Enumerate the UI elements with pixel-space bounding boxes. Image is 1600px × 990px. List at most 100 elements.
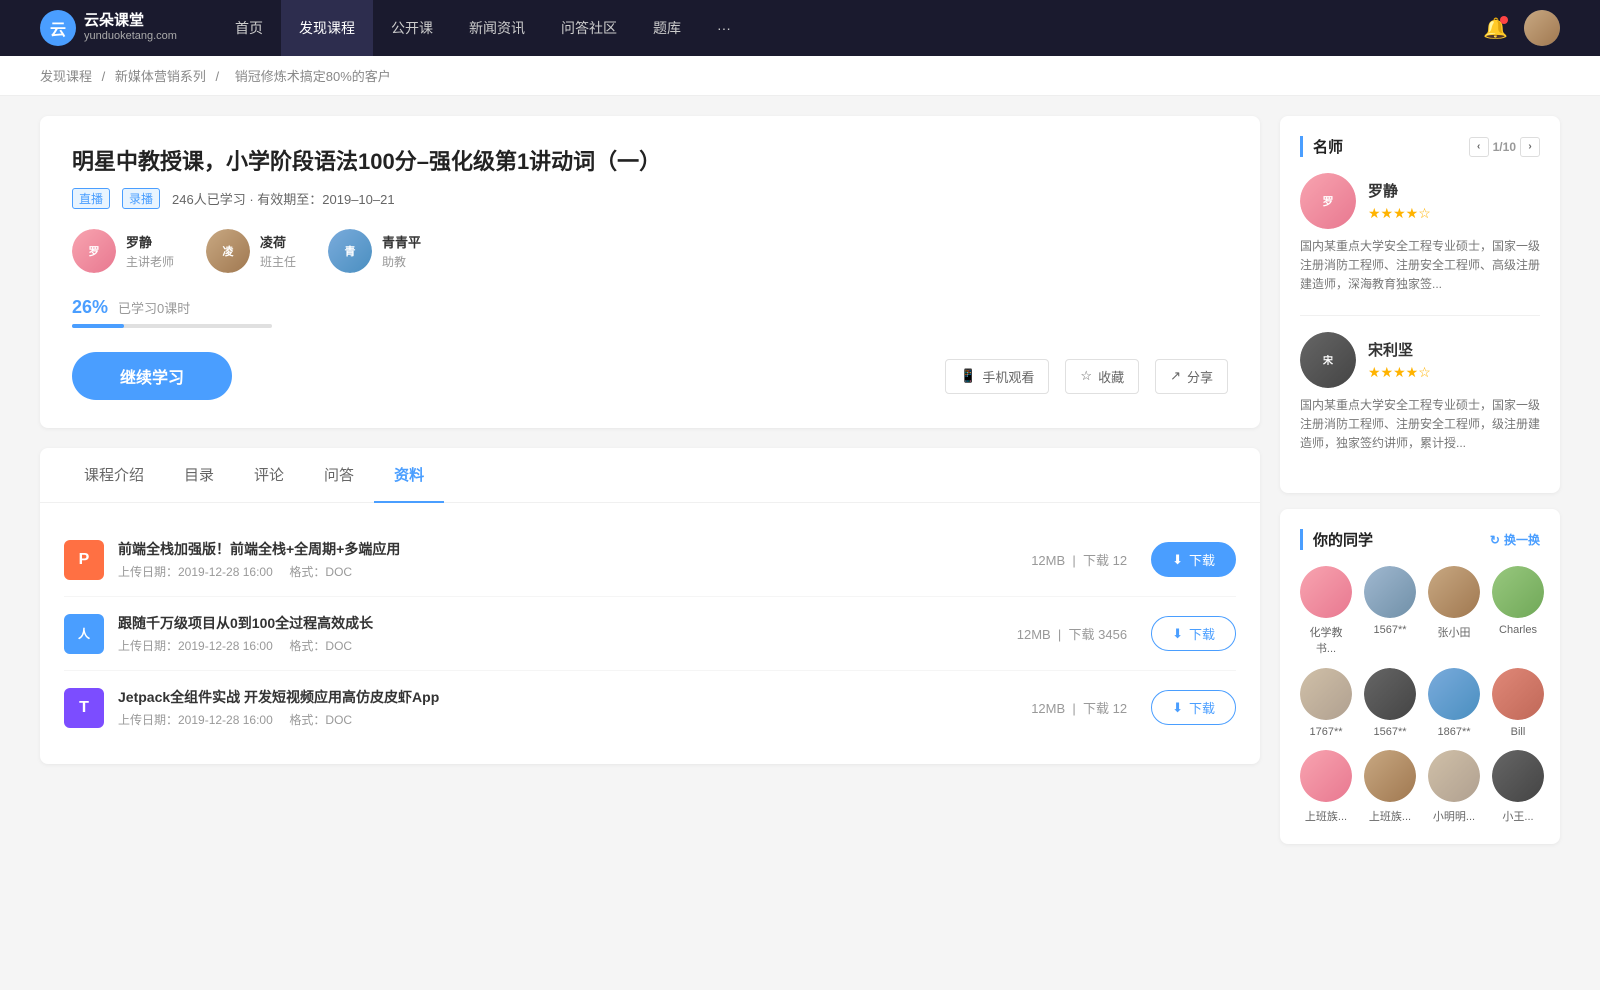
prev-teacher-button[interactable]: ‹ <box>1469 137 1489 157</box>
classmate-9: 上班族... <box>1364 750 1416 824</box>
refresh-classmates-button[interactable]: ↻ 换一换 <box>1490 531 1540 548</box>
resource-format-2: 格式：DOC <box>289 713 352 727</box>
share-button[interactable]: ↗ 分享 <box>1155 359 1228 394</box>
course-actions: 继续学习 📱 手机观看 ☆ 收藏 ↗ 分享 <box>72 352 1228 400</box>
teacher-luojing: 罗 罗静 主讲老师 <box>72 229 174 273</box>
classmate-avatar-9[interactable] <box>1364 750 1416 802</box>
classmate-avatar-3[interactable] <box>1492 566 1544 618</box>
classmate-name-8: 上班族... <box>1305 808 1347 824</box>
famous-teacher-avatar-1: 宋 <box>1300 332 1356 388</box>
continue-button[interactable]: 继续学习 <box>72 352 232 400</box>
breadcrumb-discover[interactable]: 发现课程 <box>40 69 92 84</box>
progress-sub: 已学习0课时 <box>118 298 190 317</box>
classmate-name-2: 张小田 <box>1438 624 1471 640</box>
classmate-name-11: 小王... <box>1502 808 1533 824</box>
classmate-avatar-11[interactable] <box>1492 750 1544 802</box>
download-icon-0: ⬇ <box>1172 552 1183 568</box>
tab-resources[interactable]: 资料 <box>374 448 444 503</box>
download-button-1[interactable]: ⬇ 下载 <box>1151 616 1236 651</box>
download-button-2[interactable]: ⬇ 下载 <box>1151 690 1236 725</box>
content-area: 明星中教授课，小学阶段语法100分–强化级第1讲动词（一） 直播 录播 246人… <box>40 116 1260 860</box>
nav-discover[interactable]: 发现课程 <box>281 0 373 56</box>
resource-stats-1: 12MB | 下载 3456 <box>1017 624 1127 643</box>
tab-qa[interactable]: 问答 <box>304 448 374 503</box>
refresh-icon: ↻ <box>1490 533 1500 547</box>
tab-comments[interactable]: 评论 <box>234 448 304 503</box>
logo-icon: 云 <box>40 10 76 46</box>
tabs-card: 课程介绍 目录 评论 问答 资料 P 前端全栈加强版！前端全栈+全周期+多端应用… <box>40 448 1260 764</box>
teacher-avatar-0: 罗 <box>72 229 116 273</box>
classmate-avatar-10[interactable] <box>1428 750 1480 802</box>
nav-home[interactable]: 首页 <box>217 0 281 56</box>
resource-info-2: Jetpack全组件实战 开发短视频应用高仿皮皮虾App 上传日期：2019-1… <box>118 687 1031 728</box>
nav-open[interactable]: 公开课 <box>373 0 451 56</box>
nav-right: 🔔 <box>1483 10 1560 46</box>
course-title: 明星中教授课，小学阶段语法100分–强化级第1讲动词（一） <box>72 144 1228 176</box>
breadcrumb-current: 销冠修炼术搞定80%的客户 <box>235 69 391 84</box>
collect-button[interactable]: ☆ 收藏 <box>1065 359 1139 394</box>
classmate-avatar-2[interactable] <box>1428 566 1480 618</box>
resource-stats-0: 12MB | 下载 12 <box>1031 550 1127 569</box>
classmate-1: 1567** <box>1364 566 1416 656</box>
bell-icon[interactable]: 🔔 <box>1483 16 1508 41</box>
download-button-0[interactable]: ⬇ 下载 <box>1151 542 1236 577</box>
teacher-page: 1/10 <box>1493 140 1516 154</box>
classmate-avatar-8[interactable] <box>1300 750 1352 802</box>
breadcrumb-series[interactable]: 新媒体营销系列 <box>115 69 206 84</box>
famous-teacher-0: 罗 罗静 ★★★★☆ 国内某重点大学安全工程专业硕士，国家一级注册消防工程师、注… <box>1300 173 1540 295</box>
resource-stats-2: 12MB | 下载 12 <box>1031 698 1127 717</box>
resource-item: T Jetpack全组件实战 开发短视频应用高仿皮皮虾App 上传日期：2019… <box>64 671 1236 744</box>
badge-live: 直播 <box>72 188 110 209</box>
phone-watch-button[interactable]: 📱 手机观看 <box>945 359 1049 394</box>
famous-teacher-1: 宋 宋利坚 ★★★★☆ 国内某重点大学安全工程专业硕士，国家一级注册消防工程师、… <box>1300 332 1540 454</box>
classmate-avatar-7[interactable] <box>1492 668 1544 720</box>
download-icon-1: ⬇ <box>1172 626 1183 642</box>
progress-pct: 26% <box>72 297 108 318</box>
classmate-6: 1867** <box>1428 668 1480 738</box>
famous-teacher-desc-0: 国内某重点大学安全工程专业硕士，国家一级注册消防工程师、注册安全工程师、高级注册… <box>1300 237 1540 295</box>
nav-more[interactable]: ··· <box>699 0 749 56</box>
teacher-role-1: 班主任 <box>260 253 296 270</box>
classmates-grid: 化学教书... 1567** 张小田 <box>1300 566 1540 824</box>
resource-date-0: 上传日期：2019-12-28 16:00 <box>118 565 273 579</box>
classmate-name-3: Charles <box>1499 624 1537 636</box>
classmate-name-10: 小明明... <box>1433 808 1475 824</box>
classmate-avatar-4[interactable] <box>1300 668 1352 720</box>
teacher-name-1: 凌荷 <box>260 232 296 251</box>
famous-teacher-avatar-0: 罗 <box>1300 173 1356 229</box>
classmate-avatar-1[interactable] <box>1364 566 1416 618</box>
famous-teacher-desc-1: 国内某重点大学安全工程专业硕士，国家一级注册消防工程师、注册安全工程师，级注册建… <box>1300 396 1540 454</box>
classmate-name-5: 1567** <box>1373 726 1406 738</box>
classmate-avatar-6[interactable] <box>1428 668 1480 720</box>
divider <box>1300 315 1540 316</box>
nav-quiz[interactable]: 题库 <box>635 0 699 56</box>
classmate-avatar-0[interactable] <box>1300 566 1352 618</box>
user-avatar[interactable] <box>1524 10 1560 46</box>
course-stats: 246人已学习 · 有效期至：2019–10–21 <box>172 189 395 208</box>
classmates-title: 你的同学 <box>1313 529 1373 550</box>
course-meta: 直播 录播 246人已学习 · 有效期至：2019–10–21 <box>72 188 1228 209</box>
teacher-name-2: 青青平 <box>382 232 421 251</box>
teacher-role-0: 主讲老师 <box>126 253 174 270</box>
teacher-avatar-1: 凌 <box>206 229 250 273</box>
tab-intro[interactable]: 课程介绍 <box>64 448 164 503</box>
famous-teachers-title: 名师 <box>1313 136 1343 157</box>
classmate-avatar-5[interactable] <box>1364 668 1416 720</box>
nav-news[interactable]: 新闻资讯 <box>451 0 543 56</box>
next-teacher-button[interactable]: › <box>1520 137 1540 157</box>
nav-qa[interactable]: 问答社区 <box>543 0 635 56</box>
famous-teacher-stars-1: ★★★★☆ <box>1368 364 1431 381</box>
nav-menu: 首页 发现课程 公开课 新闻资讯 问答社区 题库 ··· <box>217 0 1483 56</box>
resource-date-2: 上传日期：2019-12-28 16:00 <box>118 713 273 727</box>
logo[interactable]: 云 云朵课堂 yunduoketang.com <box>40 10 177 46</box>
famous-teacher-name-0: 罗静 <box>1368 180 1431 201</box>
teacher-name-0: 罗静 <box>126 232 174 251</box>
course-card: 明星中教授课，小学阶段语法100分–强化级第1讲动词（一） 直播 录播 246人… <box>40 116 1260 428</box>
classmate-name-1: 1567** <box>1373 624 1406 636</box>
logo-text: 云朵课堂 yunduoketang.com <box>84 12 177 43</box>
classmate-name-9: 上班族... <box>1369 808 1411 824</box>
share-icon: ↗ <box>1170 368 1181 384</box>
resource-date-1: 上传日期：2019-12-28 16:00 <box>118 639 273 653</box>
tab-catalog[interactable]: 目录 <box>164 448 234 503</box>
resource-title-0: 前端全栈加强版！前端全栈+全周期+多端应用 <box>118 539 1031 559</box>
